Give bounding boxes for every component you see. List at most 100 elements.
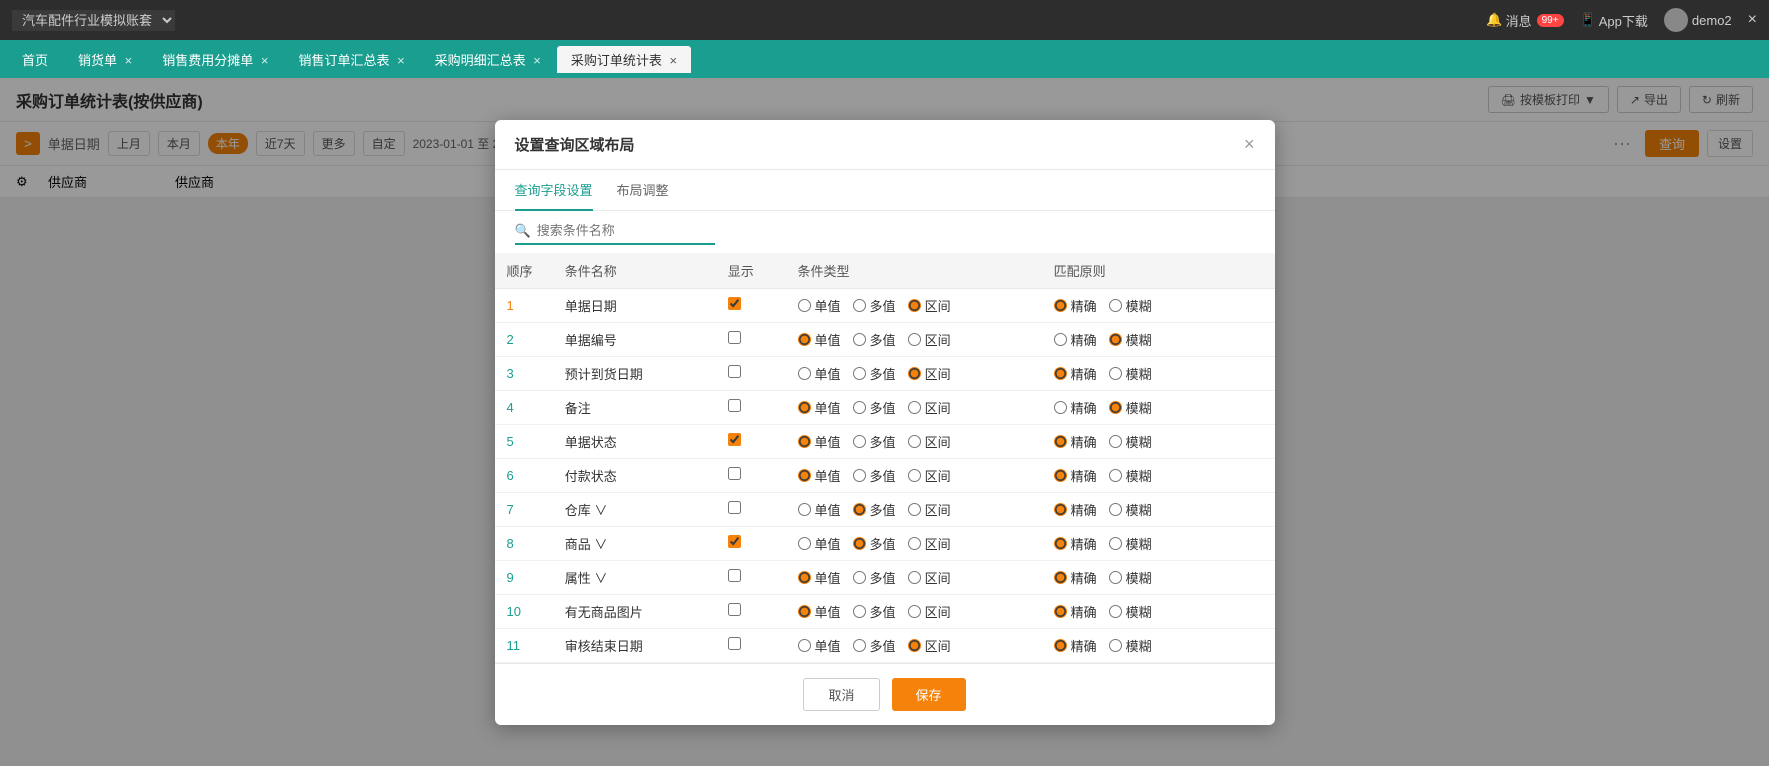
show-checkbox[interactable] bbox=[728, 467, 741, 480]
user-avatar[interactable]: demo2 bbox=[1664, 8, 1732, 32]
type-single-option[interactable]: 单值 bbox=[798, 398, 841, 417]
match-exact-option[interactable]: 精确 bbox=[1054, 432, 1097, 451]
tab-query-field-settings[interactable]: 查询字段设置 bbox=[515, 170, 593, 211]
type-multi-option[interactable]: 多值 bbox=[853, 296, 896, 315]
type-single-option[interactable]: 单值 bbox=[798, 568, 841, 587]
show-checkbox[interactable] bbox=[728, 569, 741, 582]
nav-tab-purchase-detail[interactable]: 采购明细汇总表 × bbox=[421, 46, 555, 73]
type-range-option[interactable]: 区间 bbox=[908, 568, 951, 587]
match-fuzzy-option[interactable]: 模糊 bbox=[1109, 364, 1152, 383]
notifications-btn[interactable]: 🔔 消息 99+ bbox=[1486, 11, 1563, 30]
match-exact-option[interactable]: 精确 bbox=[1054, 330, 1097, 349]
match-fuzzy-option[interactable]: 模糊 bbox=[1109, 534, 1152, 553]
match-fuzzy-option[interactable]: 模糊 bbox=[1109, 500, 1152, 519]
type-multi-option[interactable]: 多值 bbox=[853, 636, 896, 655]
search-input[interactable] bbox=[537, 223, 707, 238]
cancel-button[interactable]: 取消 bbox=[803, 678, 879, 711]
type-multi-option[interactable]: 多值 bbox=[853, 534, 896, 553]
type-range-option[interactable]: 区间 bbox=[908, 330, 951, 349]
bell-icon: 🔔 bbox=[1486, 12, 1502, 28]
type-multi-option[interactable]: 多值 bbox=[853, 466, 896, 485]
nav-tab-sales-order[interactable]: 销售订单汇总表 × bbox=[284, 46, 418, 73]
type-single-option[interactable]: 单值 bbox=[798, 602, 841, 621]
show-checkbox[interactable] bbox=[728, 603, 741, 616]
type-single-option[interactable]: 单值 bbox=[798, 534, 841, 553]
match-fuzzy-option[interactable]: 模糊 bbox=[1109, 568, 1152, 587]
match-fuzzy-option[interactable]: 模糊 bbox=[1109, 398, 1152, 417]
row-type-cell: 单值 多值 区间 bbox=[786, 390, 1042, 424]
type-range-option[interactable]: 区间 bbox=[908, 534, 951, 553]
download-btn[interactable]: 📱 App下载 bbox=[1580, 11, 1648, 30]
top-bar: 汽车配件行业模拟账套 🔔 消息 99+ 📱 App下载 demo2 × bbox=[0, 0, 1769, 40]
match-exact-option[interactable]: 精确 bbox=[1054, 398, 1097, 417]
match-fuzzy-option[interactable]: 模糊 bbox=[1109, 602, 1152, 621]
nav-home[interactable]: 首页 bbox=[8, 46, 62, 73]
type-multi-option[interactable]: 多值 bbox=[853, 398, 896, 417]
type-range-option[interactable]: 区间 bbox=[908, 636, 951, 655]
match-exact-option[interactable]: 精确 bbox=[1054, 466, 1097, 485]
match-fuzzy-option[interactable]: 模糊 bbox=[1109, 466, 1152, 485]
match-fuzzy-option[interactable]: 模糊 bbox=[1109, 636, 1152, 655]
show-checkbox[interactable] bbox=[728, 297, 741, 310]
match-exact-option[interactable]: 精确 bbox=[1054, 636, 1097, 655]
top-close-button[interactable]: × bbox=[1748, 11, 1757, 29]
type-multi-option[interactable]: 多值 bbox=[853, 602, 896, 621]
type-single-option[interactable]: 单值 bbox=[798, 500, 841, 519]
type-single-option[interactable]: 单值 bbox=[798, 636, 841, 655]
save-button[interactable]: 保存 bbox=[892, 678, 966, 711]
show-checkbox[interactable] bbox=[728, 433, 741, 446]
type-single-option[interactable]: 单值 bbox=[798, 466, 841, 485]
settings-dialog: 设置查询区域布局 × 查询字段设置 布局调整 🔍 bbox=[495, 120, 1275, 725]
row-match-cell: 精确 模糊 bbox=[1042, 492, 1275, 526]
search-icon: 🔍 bbox=[515, 223, 531, 239]
nav-tab-sales-split[interactable]: 销售费用分摊单 × bbox=[148, 46, 282, 73]
match-fuzzy-option[interactable]: 模糊 bbox=[1109, 296, 1152, 315]
match-exact-option[interactable]: 精确 bbox=[1054, 534, 1097, 553]
type-range-option[interactable]: 区间 bbox=[908, 296, 951, 315]
row-type-cell: 单值 多值 区间 bbox=[786, 288, 1042, 322]
search-area: 🔍 bbox=[495, 211, 1275, 253]
tab-layout-adjust[interactable]: 布局调整 bbox=[617, 170, 669, 211]
match-exact-option[interactable]: 精确 bbox=[1054, 602, 1097, 621]
type-single-option[interactable]: 单值 bbox=[798, 364, 841, 383]
type-range-option[interactable]: 区间 bbox=[908, 500, 951, 519]
row-order: 1 bbox=[507, 298, 514, 313]
type-range-option[interactable]: 区间 bbox=[908, 466, 951, 485]
type-range-option[interactable]: 区间 bbox=[908, 432, 951, 451]
type-single-option[interactable]: 单值 bbox=[798, 432, 841, 451]
match-exact-option[interactable]: 精确 bbox=[1054, 296, 1097, 315]
match-exact-option[interactable]: 精确 bbox=[1054, 500, 1097, 519]
row-type-cell: 单值 多值 区间 bbox=[786, 560, 1042, 594]
show-checkbox[interactable] bbox=[728, 399, 741, 412]
nav-tab-sales[interactable]: 销货单 × bbox=[64, 46, 146, 73]
th-type: 条件类型 bbox=[786, 253, 1042, 289]
type-single-option[interactable]: 单值 bbox=[798, 296, 841, 315]
type-range-option[interactable]: 区间 bbox=[908, 398, 951, 417]
nav-tab-purchase-stat[interactable]: 采购订单统计表 × bbox=[557, 46, 691, 73]
match-fuzzy-option[interactable]: 模糊 bbox=[1109, 432, 1152, 451]
th-show: 显示 bbox=[716, 253, 786, 289]
match-exact-option[interactable]: 精确 bbox=[1054, 364, 1097, 383]
row-condition-name: 单据编号 bbox=[553, 322, 716, 356]
show-checkbox[interactable] bbox=[728, 535, 741, 548]
row-show-cell bbox=[716, 390, 786, 424]
type-range-option[interactable]: 区间 bbox=[908, 602, 951, 621]
show-checkbox[interactable] bbox=[728, 501, 741, 514]
type-multi-option[interactable]: 多值 bbox=[853, 364, 896, 383]
type-multi-option[interactable]: 多值 bbox=[853, 432, 896, 451]
dialog-title: 设置查询区域布局 bbox=[515, 134, 635, 155]
type-multi-option[interactable]: 多值 bbox=[853, 500, 896, 519]
search-box: 🔍 bbox=[515, 223, 715, 245]
type-multi-option[interactable]: 多值 bbox=[853, 568, 896, 587]
match-exact-option[interactable]: 精确 bbox=[1054, 568, 1097, 587]
show-checkbox[interactable] bbox=[728, 365, 741, 378]
type-single-option[interactable]: 单值 bbox=[798, 330, 841, 349]
type-range-option[interactable]: 区间 bbox=[908, 364, 951, 383]
show-checkbox[interactable] bbox=[728, 637, 741, 650]
dialog-close-button[interactable]: × bbox=[1244, 134, 1255, 155]
row-show-cell bbox=[716, 288, 786, 322]
type-multi-option[interactable]: 多值 bbox=[853, 330, 896, 349]
match-fuzzy-option[interactable]: 模糊 bbox=[1109, 330, 1152, 349]
app-selector[interactable]: 汽车配件行业模拟账套 bbox=[12, 10, 175, 31]
show-checkbox[interactable] bbox=[728, 331, 741, 344]
